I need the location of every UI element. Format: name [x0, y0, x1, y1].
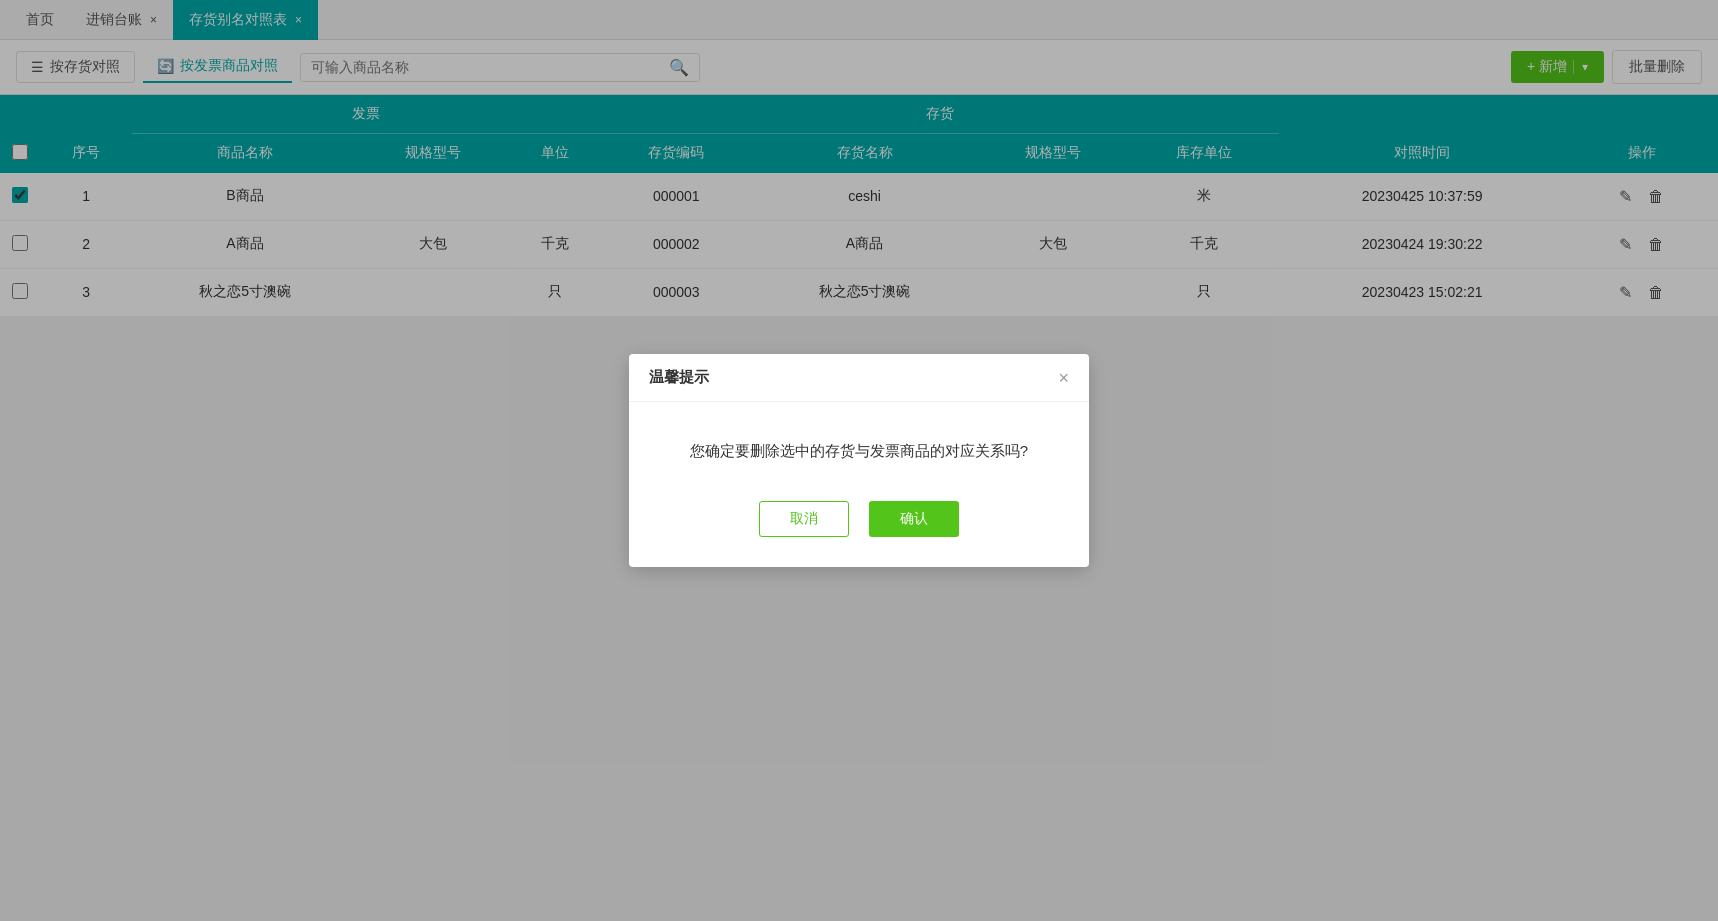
dialog-overlay: 温馨提示 × 您确定要删除选中的存货与发票商品的对应关系吗? 取消 确认	[0, 0, 1718, 317]
